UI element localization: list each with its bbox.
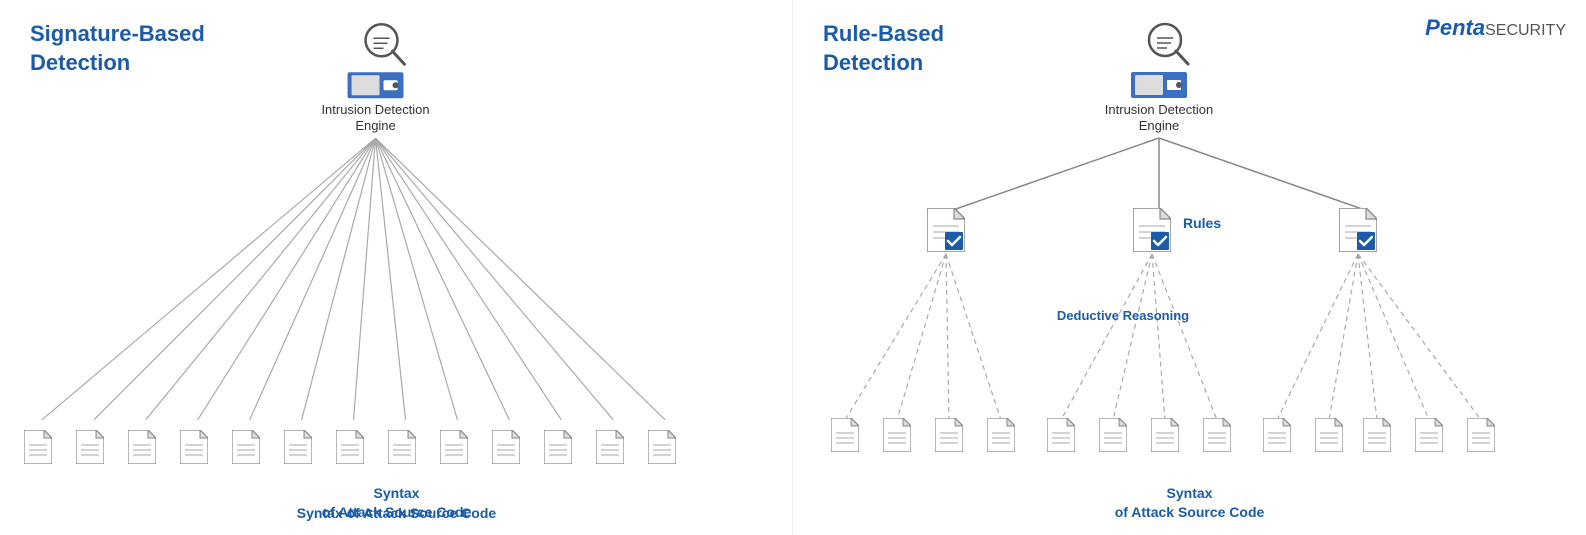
svg-text:Intrusion Detection: Intrusion Detection	[321, 102, 429, 117]
left-title: Signature-BasedDetection	[30, 20, 205, 77]
security-text: SECURITY	[1485, 22, 1566, 39]
left-bottom-label-text: Syntaxof Attack Source Code	[0, 484, 793, 523]
right-panel: Rule-BasedDetection PentaSECURITY	[793, 0, 1586, 535]
svg-text:Deductive Reasoning: Deductive Reasoning	[1057, 308, 1189, 323]
right-bottom-label: Syntaxof Attack Source Code	[793, 484, 1586, 523]
left-doc-row	[24, 420, 744, 475]
svg-text:Rules: Rules	[1183, 215, 1221, 231]
penta-security-logo: PentaSECURITY	[1425, 15, 1566, 41]
right-diagram: Intrusion Detection Engine	[793, 0, 1586, 535]
main-container: Signature-BasedDetection	[0, 0, 1586, 535]
right-title: Rule-BasedDetection	[823, 20, 944, 77]
svg-text:Engine: Engine	[355, 118, 395, 133]
svg-text:Engine: Engine	[1139, 118, 1179, 133]
penta-text: Penta	[1425, 15, 1485, 40]
svg-text:Intrusion Detection: Intrusion Detection	[1105, 102, 1213, 117]
left-panel: Signature-BasedDetection	[0, 0, 793, 535]
